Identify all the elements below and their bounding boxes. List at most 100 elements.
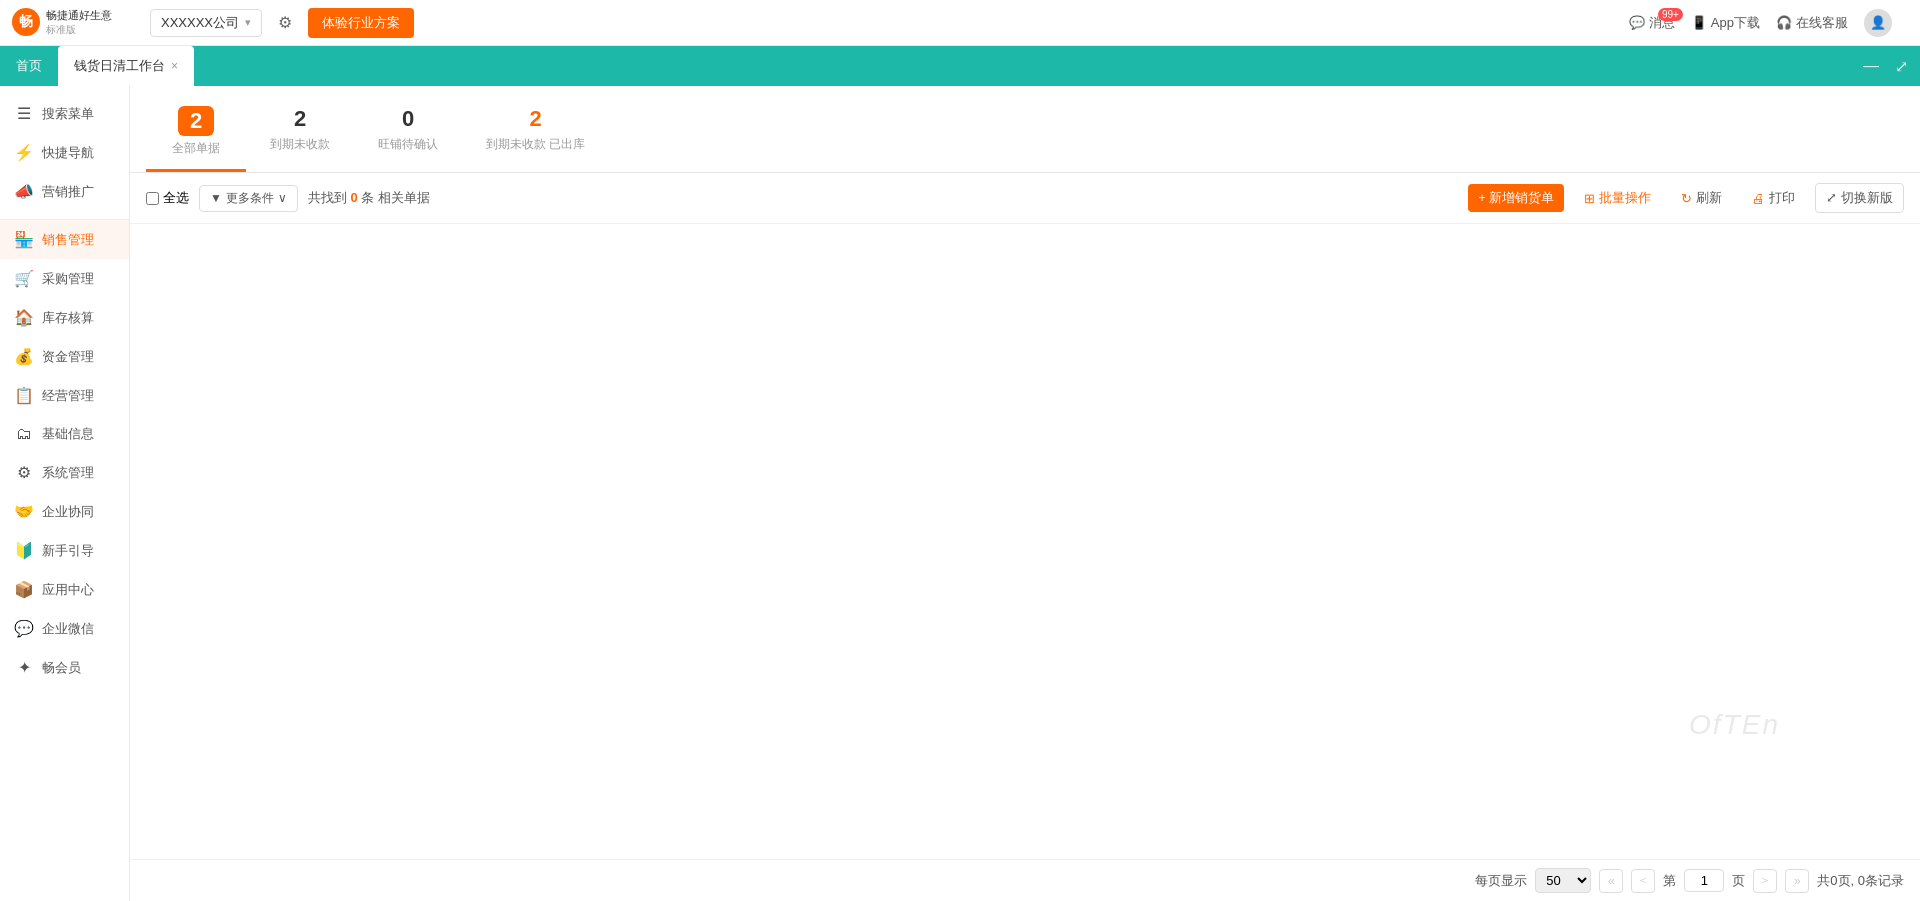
table-area: [130, 224, 1920, 859]
tab-home[interactable]: 首页: [0, 46, 58, 86]
sidebar-enterprise-coop-label: 企业协同: [42, 503, 94, 521]
print-button[interactable]: 🖨 打印: [1742, 184, 1805, 212]
per-page-select[interactable]: 50 100 200: [1535, 868, 1591, 893]
total-info: 共0页, 0条记录: [1817, 872, 1904, 890]
stat-num-pending: 0: [402, 106, 414, 132]
sidebar-item-purchase[interactable]: 🛒 采购管理: [0, 259, 129, 298]
app-name: 畅捷通好生意: [46, 8, 112, 22]
online-service-button[interactable]: 🎧 在线客服: [1776, 14, 1848, 32]
sidebar-item-business[interactable]: 📋 经营管理: [0, 376, 129, 415]
stat-label-pending: 旺铺待确认: [378, 136, 438, 153]
sidebar-item-inventory[interactable]: 🏠 库存核算: [0, 298, 129, 337]
sidebar-item-system[interactable]: ⚙ 系统管理: [0, 453, 129, 492]
app-download-label: App下载: [1711, 14, 1760, 32]
sidebar-beginner-label: 新手引导: [42, 542, 94, 560]
message-icon: 💬: [1629, 15, 1645, 30]
switch-version-button[interactable]: ⤢ 切换新版: [1815, 183, 1904, 213]
logo-icon: 畅: [12, 8, 40, 36]
sidebar-item-capital[interactable]: 💰 资金管理: [0, 337, 129, 376]
sidebar-inventory-label: 库存核算: [42, 309, 94, 327]
sidebar-item-marketing[interactable]: 📣 营销推广: [0, 172, 129, 211]
sidebar-item-baseinfo[interactable]: 🗂 基础信息: [0, 415, 129, 453]
stat-tab-shipped[interactable]: 2 到期未收款 已出库: [462, 98, 609, 172]
empty-state: [130, 224, 1920, 859]
next-page-button[interactable]: ＞: [1753, 869, 1777, 893]
last-page-button[interactable]: »: [1785, 869, 1809, 893]
sidebar-appcenter-label: 应用中心: [42, 581, 94, 599]
add-sales-label: + 新增销货单: [1478, 189, 1554, 207]
tab-bar-right: — ⤢: [1859, 53, 1920, 80]
print-label: 打印: [1769, 189, 1795, 207]
member-icon: ✦: [14, 658, 34, 677]
sidebar-item-sales[interactable]: 🏪 销售管理: [0, 220, 129, 259]
stat-tab-pending[interactable]: 0 旺铺待确认: [354, 98, 462, 172]
content-area: 2 全部单据 2 到期未收款 0 旺铺待确认 2 到期未收款 已出库 全选: [130, 86, 1920, 901]
avatar[interactable]: 👤: [1864, 9, 1892, 37]
sidebar-sales-label: 销售管理: [42, 231, 94, 249]
settings-button[interactable]: ⚙: [270, 8, 300, 38]
tab-close-icon[interactable]: ×: [171, 59, 178, 73]
purchase-icon: 🛒: [14, 269, 34, 288]
pagination: 每页显示 50 100 200 « ＜ 第 页 ＞ » 共0页, 0条记录: [130, 859, 1920, 901]
beginner-icon: 🔰: [14, 541, 34, 560]
found-prefix: 共找到: [308, 190, 347, 205]
sidebar-item-beginner[interactable]: 🔰 新手引导: [0, 531, 129, 570]
appcenter-icon: 📦: [14, 580, 34, 599]
select-all-checkbox[interactable]: 全选: [146, 189, 189, 207]
company-selector[interactable]: XXXXXX公司 ▾: [150, 9, 262, 37]
stat-tab-all[interactable]: 2 全部单据: [146, 98, 246, 172]
trial-button[interactable]: 体验行业方案: [308, 8, 414, 38]
company-name: XXXXXX公司: [161, 14, 239, 32]
message-button[interactable]: 💬 消息 99+: [1629, 14, 1675, 32]
add-sales-button[interactable]: + 新增销货单: [1468, 184, 1564, 212]
related-label: 相关单据: [378, 190, 430, 205]
baseinfo-icon: 🗂: [14, 425, 34, 443]
first-page-button[interactable]: «: [1599, 869, 1623, 893]
maximize-button[interactable]: ⤢: [1891, 53, 1912, 80]
batch-button[interactable]: ⊞ 批量操作: [1574, 184, 1661, 212]
online-service-label: 在线客服: [1796, 14, 1848, 32]
stat-label-all: 全部单据: [172, 140, 220, 157]
select-all-input[interactable]: [146, 192, 159, 205]
sales-icon: 🏪: [14, 230, 34, 249]
sidebar: ☰ 搜索菜单 ⚡ 快捷导航 📣 营销推广 🏪 销售管理 🛒 采购管理 🏠 库存核…: [0, 86, 130, 901]
sidebar-item-appcenter[interactable]: 📦 应用中心: [0, 570, 129, 609]
refresh-label: 刷新: [1696, 189, 1722, 207]
batch-label: 批量操作: [1599, 189, 1651, 207]
sidebar-baseinfo-label: 基础信息: [42, 425, 94, 443]
sidebar-item-enterprise-wechat[interactable]: 💬 企业微信: [0, 609, 129, 648]
system-icon: ⚙: [14, 463, 34, 482]
capital-icon: 💰: [14, 347, 34, 366]
search-icon: ☰: [14, 104, 34, 123]
enterprise-wechat-icon: 💬: [14, 619, 34, 638]
stats-tabs: 2 全部单据 2 到期未收款 0 旺铺待确认 2 到期未收款 已出库: [130, 86, 1920, 173]
page-input[interactable]: [1684, 869, 1724, 892]
sidebar-item-search[interactable]: ☰ 搜索菜单: [0, 94, 129, 133]
filter-button[interactable]: ▼ 更多条件 ∨: [199, 185, 298, 212]
message-badge: 99+: [1658, 8, 1683, 21]
tab-home-label: 首页: [16, 57, 42, 75]
refresh-icon: ↻: [1681, 191, 1692, 206]
sidebar-quicknav-label: 快捷导航: [42, 144, 94, 162]
sidebar-item-enterprise-coop[interactable]: 🤝 企业协同: [0, 492, 129, 531]
filter-label: 更多条件: [226, 190, 274, 207]
stat-num-overdue: 2: [294, 106, 306, 132]
refresh-button[interactable]: ↻ 刷新: [1671, 184, 1732, 212]
marketing-icon: 📣: [14, 182, 34, 201]
toolbar-left: 全选 ▼ 更多条件 ∨ 共找到 0 条 相关单据: [146, 185, 1456, 212]
per-page-label: 每页显示: [1475, 872, 1527, 890]
sidebar-marketing-label: 营销推广: [42, 183, 94, 201]
prev-page-button[interactable]: ＜: [1631, 869, 1655, 893]
minimize-button[interactable]: —: [1859, 53, 1883, 79]
main-layout: ☰ 搜索菜单 ⚡ 快捷导航 📣 营销推广 🏪 销售管理 🛒 采购管理 🏠 库存核…: [0, 86, 1920, 901]
sidebar-item-member[interactable]: ✦ 畅会员: [0, 648, 129, 687]
gear-icon: ⚙: [278, 13, 292, 32]
inventory-icon: 🏠: [14, 308, 34, 327]
tab-bar: 首页 钱货日清工作台 × — ⤢: [0, 46, 1920, 86]
sidebar-item-quicknav[interactable]: ⚡ 快捷导航: [0, 133, 129, 172]
tab-workbench[interactable]: 钱货日清工作台 ×: [58, 46, 194, 86]
app-download-button[interactable]: 📱 App下载: [1691, 14, 1760, 32]
stat-tab-overdue[interactable]: 2 到期未收款: [246, 98, 354, 172]
enterprise-coop-icon: 🤝: [14, 502, 34, 521]
sidebar-purchase-label: 采购管理: [42, 270, 94, 288]
